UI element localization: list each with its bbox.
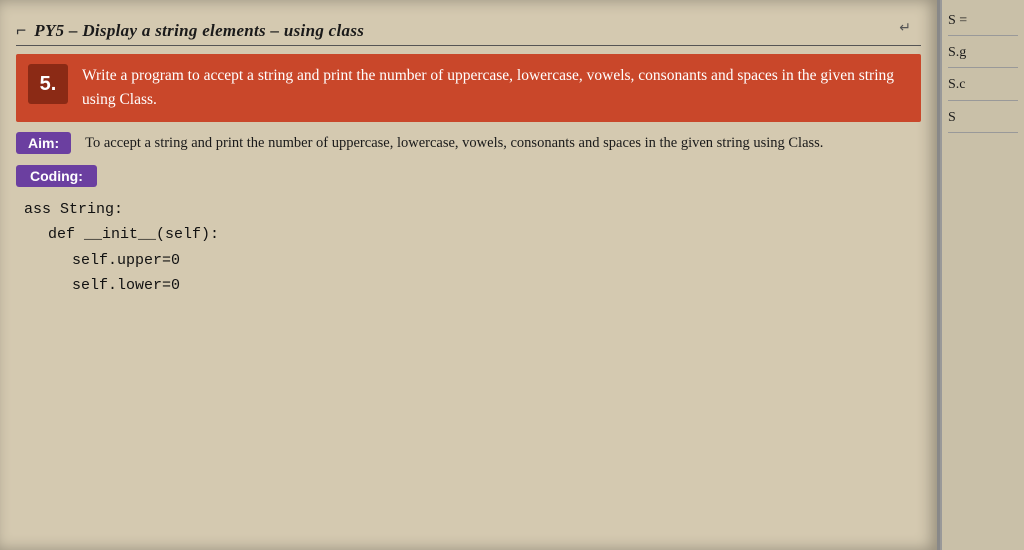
aim-block: Aim: To accept a string and print the nu… [16, 132, 921, 154]
question-number: 5. [28, 64, 68, 104]
code-line-2: self.upper=0 [24, 248, 921, 274]
title-arrow-icon: ↵ [899, 20, 911, 37]
coding-block: Coding: ass String: def __init__(self): … [16, 165, 921, 299]
right-line-3: S [948, 105, 1018, 133]
main-page: ⌐ PY5 – Display a string elements – usin… [0, 0, 940, 550]
title-icon: ⌐ [16, 20, 26, 41]
code-line-1: def __init__(self): [24, 222, 921, 248]
question-text: Write a program to accept a string and p… [82, 64, 909, 112]
right-line-2: S.c [948, 72, 1018, 100]
right-panel-text: S = S.g S.c S [948, 8, 1018, 137]
question-block: 5. Write a program to accept a string an… [16, 54, 921, 122]
aim-label: Aim: [16, 132, 71, 154]
right-panel: S = S.g S.c S [940, 0, 1024, 550]
title-bar: ⌐ PY5 – Display a string elements – usin… [16, 20, 921, 46]
right-line-1: S.g [948, 40, 1018, 68]
code-line-0: ass String: [24, 197, 921, 223]
aim-text: To accept a string and print the number … [85, 132, 921, 154]
right-line-0: S = [948, 8, 1018, 36]
page-title: PY5 – Display a string elements – using … [34, 21, 364, 41]
code-line-3: self.lower=0 [24, 273, 921, 299]
coding-label: Coding: [16, 165, 97, 187]
code-content: ass String: def __init__(self): self.upp… [16, 197, 921, 299]
